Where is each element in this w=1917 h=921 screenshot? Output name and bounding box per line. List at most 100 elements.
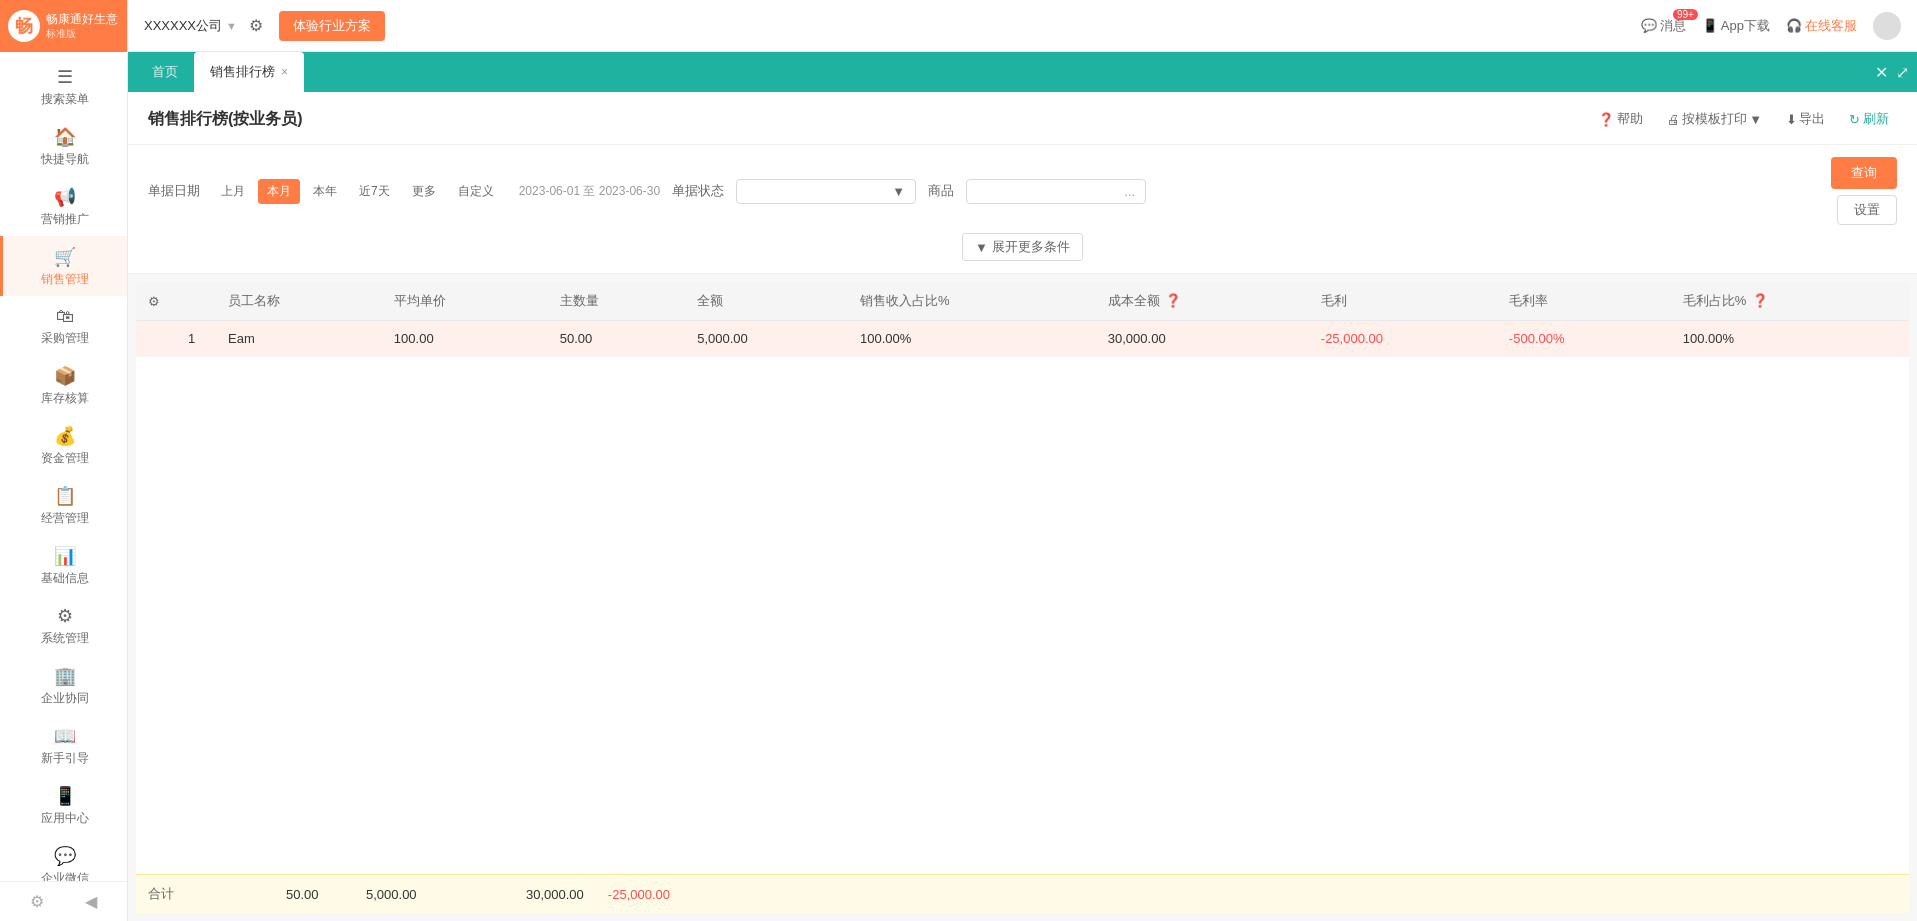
status-dropdown[interactable]: ▼: [736, 179, 916, 204]
export-icon: ⬇: [1786, 112, 1797, 127]
topbar-right: 💬 消息 99+ 📱 App下载 🎧 在线客服: [1641, 12, 1901, 40]
basic-icon: 📊: [54, 545, 76, 567]
service-label: 在线客服: [1805, 17, 1857, 35]
goods-input[interactable]: ...: [966, 179, 1146, 204]
sidebar-nav: ☰ 搜索菜单 🏠 快捷导航 📢营销推广🛒销售管理 🛍 采购管理 📦库存核算💰资金管理📋经营管理…: [0, 52, 127, 881]
sidebar-item-label-shortcut: 快捷导航: [41, 151, 89, 168]
date-tab-year[interactable]: 本年: [304, 179, 346, 204]
table-row: 1 Eam 100.00 50.00 5,000.00 100.00% 30,0…: [136, 321, 1909, 357]
row-gross: -25,000.00: [1309, 321, 1497, 357]
sidebar-item-label-wechat: 企业微信: [41, 870, 89, 881]
row-gross-rate: -500.00%: [1497, 321, 1671, 357]
inventory-icon: 📦: [54, 365, 76, 387]
date-label: 单据日期: [148, 182, 200, 200]
purchase-icon: 🛍: [56, 306, 74, 327]
sidebar-item-finance[interactable]: 💰资金管理: [0, 415, 127, 475]
sidebar-item-inventory[interactable]: 📦库存核算: [0, 355, 127, 415]
table-body: 1 Eam 100.00 50.00 5,000.00 100.00% 30,0…: [136, 321, 1909, 357]
refresh-btn[interactable]: ↻ 刷新: [1841, 106, 1897, 132]
sidebar-item-search[interactable]: ☰ 搜索菜单: [0, 56, 127, 116]
app-icon: 📱: [1702, 18, 1718, 33]
cost-help-icon[interactable]: ❓: [1165, 293, 1181, 308]
search-icon: ☰: [57, 66, 73, 88]
company-name: XXXXXX公司: [144, 17, 222, 35]
col-cost: 成本全额 ❓: [1096, 282, 1309, 321]
tab-close-icon[interactable]: ×: [281, 65, 288, 79]
query-area: 查询 设置: [1831, 157, 1897, 225]
goods-value: [977, 184, 981, 199]
export-label: 导出: [1799, 110, 1825, 128]
sidebar-item-label-operation: 经营管理: [41, 510, 89, 527]
shortcut-icon: 🏠: [54, 126, 76, 148]
tab-home[interactable]: 首页: [136, 52, 194, 92]
sidebar-item-label-purchase: 采购管理: [41, 330, 89, 347]
col-settings[interactable]: ⚙: [136, 282, 176, 321]
date-tab-prev[interactable]: 上月: [212, 179, 254, 204]
export-btn[interactable]: ⬇ 导出: [1778, 106, 1833, 132]
company-selector[interactable]: XXXXXX公司 ▼: [144, 17, 237, 35]
topbar-settings-icon[interactable]: ⚙: [249, 16, 263, 35]
gross-pct-help-icon[interactable]: ❓: [1752, 293, 1768, 308]
sidebar-item-system[interactable]: ⚙系统管理: [0, 595, 127, 655]
filter-row-expand: ▼ 展开更多条件: [148, 233, 1897, 261]
sidebar-item-appstore[interactable]: 📱应用中心: [0, 775, 127, 835]
col-sales-pct: 销售收入占比%: [848, 282, 1096, 321]
sidebar-item-label-search: 搜索菜单: [41, 91, 89, 108]
sidebar-item-operation[interactable]: 📋经营管理: [0, 475, 127, 535]
message-icon: 💬: [1641, 18, 1657, 33]
app-label: App下载: [1721, 17, 1770, 35]
sidebar-settings-btn[interactable]: ⚙: [30, 892, 44, 911]
message-btn[interactable]: 💬 消息 99+: [1641, 17, 1686, 35]
expand-conditions-btn[interactable]: ▼ 展开更多条件: [962, 233, 1083, 261]
goods-more-icon[interactable]: ...: [1124, 184, 1135, 199]
settings-btn[interactable]: 设置: [1837, 195, 1897, 225]
sidebar-logo: 畅 畅康通好生意 标准版: [0, 0, 127, 52]
date-tab-custom[interactable]: 自定义: [449, 179, 503, 204]
sidebar-item-guide[interactable]: 📖新手引导: [0, 715, 127, 775]
logo-sub: 标准版: [46, 27, 118, 41]
row-qty: 50.00: [548, 321, 685, 357]
user-avatar[interactable]: [1873, 12, 1901, 40]
sidebar-item-purchase[interactable]: 🛍 采购管理: [0, 296, 127, 355]
window-close-icon[interactable]: ✕: [1875, 63, 1888, 82]
row-rank: 1: [176, 321, 216, 357]
company-chevron-icon: ▼: [226, 20, 237, 32]
sidebar: 畅 畅康通好生意 标准版 ☰ 搜索菜单 🏠 快捷导航 📢营销推广🛒销售管理 🛍 采购管理 📦库…: [0, 0, 128, 921]
print-icon: 🖨: [1667, 112, 1680, 127]
sidebar-item-sales[interactable]: 🛒销售管理: [0, 236, 127, 296]
tabbar: 首页 销售排行榜 × ✕ ⤢: [128, 52, 1917, 92]
finance-icon: 💰: [54, 425, 76, 447]
app-download-btn[interactable]: 📱 App下载: [1702, 17, 1770, 35]
logo-text-block: 畅康通好生意 标准版: [46, 11, 118, 42]
main-area: XXXXXX公司 ▼ ⚙ 体验行业方案 💬 消息 99+ 📱 App下载 🎧 在…: [128, 0, 1917, 921]
status-value: [747, 184, 751, 199]
status-label: 单据状态: [672, 182, 724, 200]
col-gross-pct: 毛利占比% ❓: [1671, 282, 1909, 321]
print-btn[interactable]: 🖨 按模板打印 ▼: [1659, 106, 1770, 132]
guide-icon: 📖: [54, 725, 76, 747]
query-btn[interactable]: 查询: [1831, 157, 1897, 189]
sidebar-item-label-appstore: 应用中心: [41, 810, 89, 827]
date-tab-more[interactable]: 更多: [403, 179, 445, 204]
sidebar-item-enterprise[interactable]: 🏢企业协同: [0, 655, 127, 715]
sidebar-collapse-btn[interactable]: ◀: [85, 892, 97, 911]
sidebar-item-marketing[interactable]: 📢营销推广: [0, 176, 127, 236]
sidebar-item-shortcut[interactable]: 🏠 快捷导航: [0, 116, 127, 176]
date-tab-week[interactable]: 近7天: [350, 179, 399, 204]
message-badge: 99+: [1673, 9, 1698, 20]
page-actions: ❓ 帮助 🖨 按模板打印 ▼ ⬇ 导出 ↻ 刷新: [1590, 106, 1897, 132]
row-gross-pct: 100.00%: [1671, 321, 1909, 357]
experience-btn[interactable]: 体验行业方案: [279, 11, 385, 41]
online-service-btn[interactable]: 🎧 在线客服: [1786, 17, 1857, 35]
tab-sales-rank[interactable]: 销售排行榜 ×: [194, 52, 304, 92]
sidebar-item-basic[interactable]: 📊基础信息: [0, 535, 127, 595]
wechat-icon: 💬: [54, 845, 76, 867]
footer-gross: -25,000.00: [596, 887, 682, 902]
row-amount: 5,000.00: [685, 321, 848, 357]
data-table: ⚙ 员工名称 平均单价 主数量 全额 销售收入占比% 成本全额 ❓ 毛利 毛利率…: [136, 282, 1909, 357]
date-tab-group: 上月 本月 本年 近7天 更多 自定义: [212, 179, 503, 204]
window-expand-icon[interactable]: ⤢: [1896, 63, 1909, 82]
help-btn[interactable]: ❓ 帮助: [1590, 106, 1651, 132]
sidebar-item-wechat[interactable]: 💬 企业微信: [0, 835, 127, 881]
date-tab-curr[interactable]: 本月: [258, 179, 300, 204]
